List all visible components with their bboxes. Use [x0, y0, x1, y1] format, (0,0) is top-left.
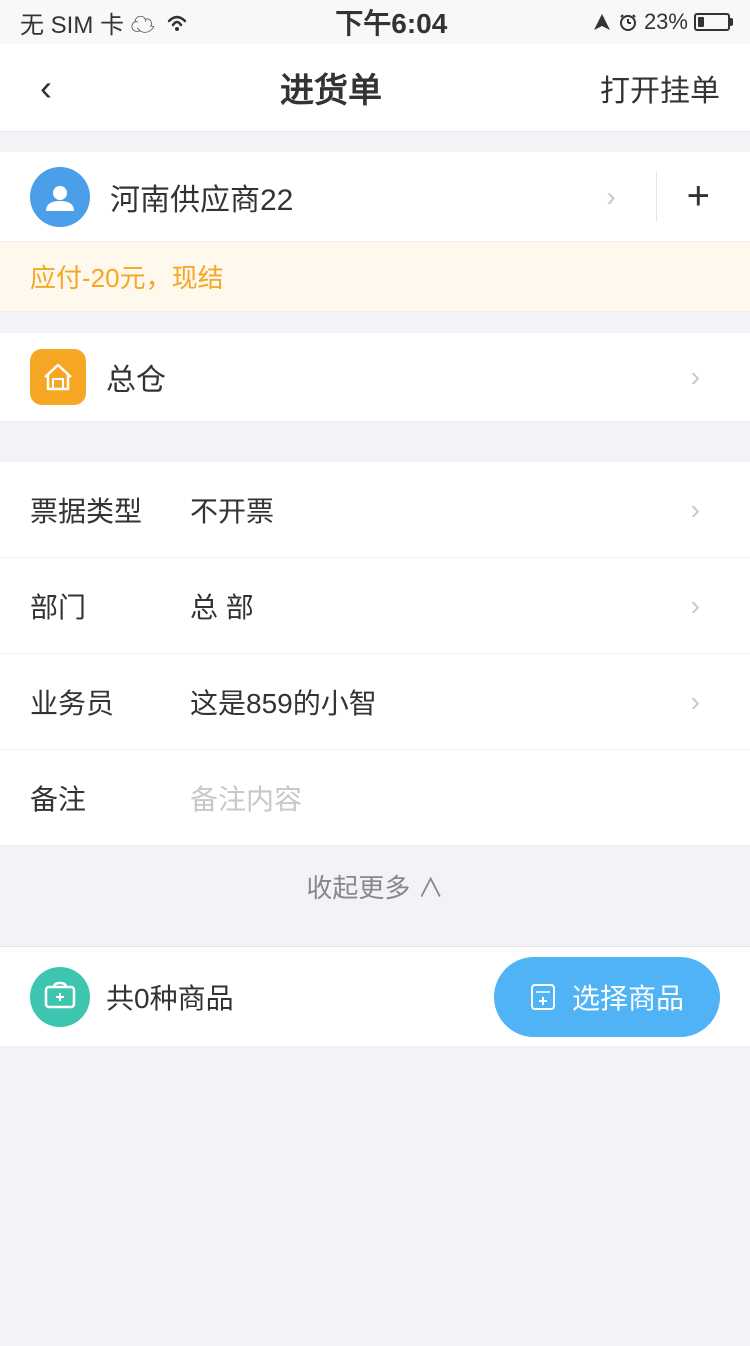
invoice-label: 票据类型 — [30, 490, 170, 530]
cart-icon-wrap — [30, 967, 90, 1027]
dept-value: 总 部 — [170, 586, 691, 626]
sales-value: 这是859的小智 — [170, 682, 691, 722]
person-icon — [42, 179, 78, 215]
remark-row[interactable]: 备注 备注内容 — [0, 750, 750, 846]
remark-input[interactable]: 备注内容 — [170, 778, 720, 818]
battery-icon — [694, 13, 730, 31]
invoice-row[interactable]: 票据类型 不开票 › — [0, 462, 750, 558]
section-gap-2 — [0, 312, 750, 332]
supplier-avatar — [30, 167, 90, 227]
open-pending-button[interactable]: 打开挂单 — [600, 66, 720, 110]
alarm-icon — [618, 12, 638, 32]
warehouse-section: 总仓 › — [0, 332, 750, 422]
supplier-chevron-icon: › — [606, 181, 615, 213]
empty-area — [0, 1046, 750, 1346]
status-right: 23% — [592, 9, 730, 35]
collapse-label: 收起更多 ∧ — [306, 868, 443, 905]
divider — [656, 172, 657, 222]
warehouse-chevron-icon: › — [691, 361, 700, 393]
home-icon — [40, 359, 76, 395]
supplier-row[interactable]: 河南供应商22 › + — [0, 152, 750, 242]
section-gap-3 — [0, 422, 750, 442]
sales-label: 业务员 — [30, 682, 170, 722]
product-count: 共0种商品 — [106, 977, 494, 1017]
location-icon — [592, 12, 612, 32]
warehouse-icon — [30, 349, 86, 405]
sales-chevron-icon: › — [691, 686, 700, 718]
collapse-row[interactable]: 收起更多 ∧ — [0, 846, 750, 926]
cart-icon — [42, 979, 78, 1015]
notice-row: 应付-20元，现结 — [0, 242, 750, 312]
status-time: 下午6:04 — [335, 2, 447, 42]
section-gap-1 — [0, 132, 750, 152]
supplier-section: 河南供应商22 › + 应付-20元，现结 — [0, 152, 750, 312]
warehouse-name: 总仓 — [106, 355, 691, 399]
supplier-name: 河南供应商22 — [110, 175, 606, 219]
status-bar: 无 SIM 卡 ☁ 下午6:04 23% — [0, 0, 750, 44]
warehouse-row[interactable]: 总仓 › — [0, 332, 750, 422]
select-product-label: 选择商品 — [572, 977, 684, 1017]
dept-chevron-icon: › — [691, 590, 700, 622]
status-left: 无 SIM 卡 ☁ — [20, 5, 191, 40]
wifi-icon — [163, 11, 191, 33]
battery-percent: 23% — [644, 9, 688, 35]
invoice-chevron-icon: › — [691, 494, 700, 526]
sim-label: 无 SIM 卡 ☁ — [20, 5, 155, 40]
bottom-bar: 共0种商品 选择商品 — [0, 946, 750, 1046]
page-title: 进货单 — [280, 63, 382, 112]
content-area: 河南供应商22 › + 应付-20元，现结 总仓 › 票据类型 — [0, 132, 750, 1346]
select-product-button[interactable]: 选择商品 — [494, 957, 720, 1037]
sales-row[interactable]: 业务员 这是859的小智 › — [0, 654, 750, 750]
remark-label: 备注 — [30, 778, 170, 818]
select-product-icon — [530, 981, 562, 1013]
notice-text: 应付-20元，现结 — [30, 263, 224, 293]
dept-row[interactable]: 部门 总 部 › — [0, 558, 750, 654]
nav-bar: ‹ 进货单 打开挂单 — [0, 44, 750, 132]
add-button[interactable]: + — [677, 174, 720, 219]
invoice-value: 不开票 — [170, 490, 691, 530]
back-button[interactable]: ‹ — [30, 57, 62, 119]
dept-label: 部门 — [30, 586, 170, 626]
form-section: 票据类型 不开票 › 部门 总 部 › 业务员 这是859的小智 › 备注 备注… — [0, 462, 750, 846]
